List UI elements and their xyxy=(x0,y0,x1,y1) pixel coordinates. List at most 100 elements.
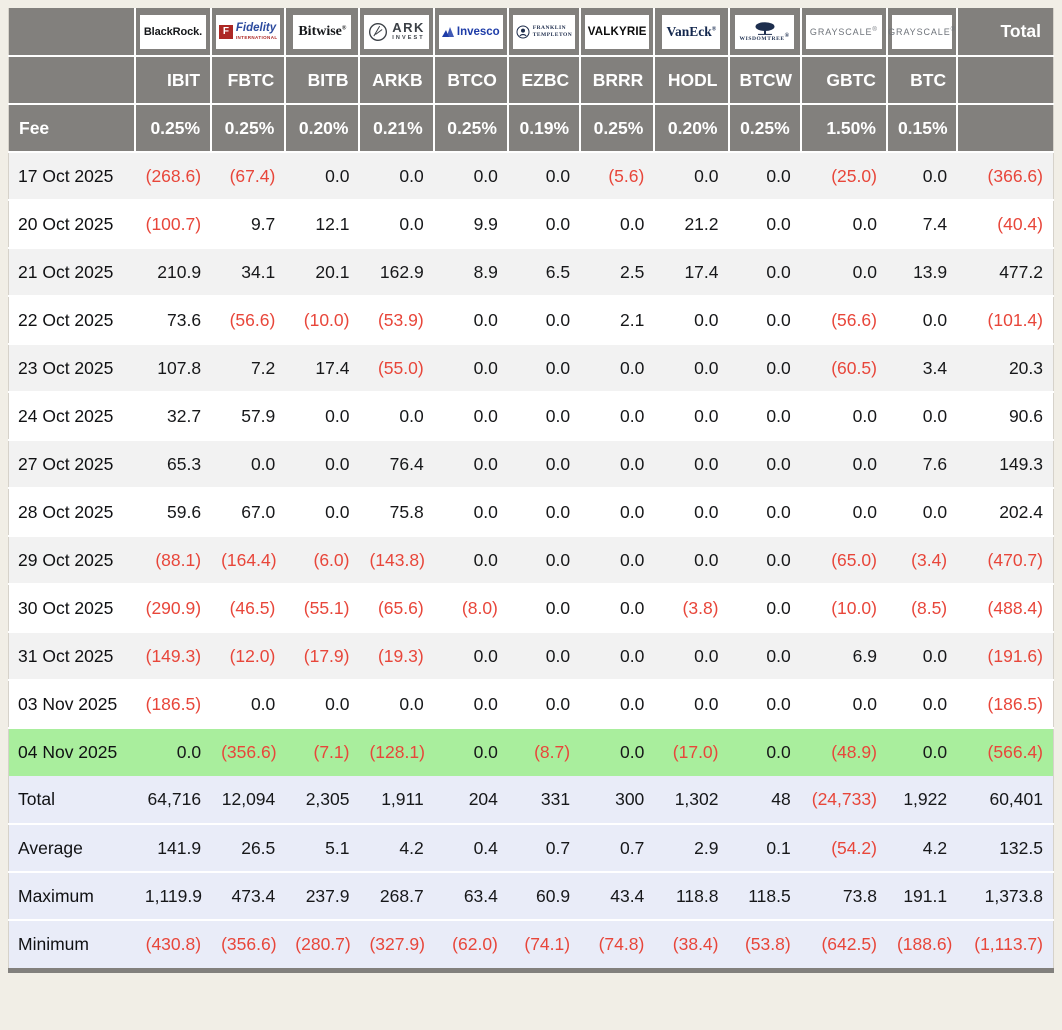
flow-cell-BTCO: (8.0) xyxy=(434,584,508,632)
flow-cell-FBTC: (12.0) xyxy=(211,632,285,680)
logo-box-BTCW: WISDOMTREE® xyxy=(735,15,793,49)
date-cell: 21 Oct 2025 xyxy=(9,248,135,296)
flow-cell-total: (470.7) xyxy=(957,536,1053,584)
logo-box-GBTC: GRAYSCALE® xyxy=(806,15,882,49)
summary-cell-EZBC: 331 xyxy=(508,776,580,824)
logo-box-FBTC: FFidelityINTERNATIONAL xyxy=(216,15,280,49)
summary-cell-BTCW: (53.8) xyxy=(729,920,801,968)
flow-cell-IBIT: (100.7) xyxy=(135,200,211,248)
date-cell: 23 Oct 2025 xyxy=(9,344,135,392)
ticker-cell-HODL: HODL xyxy=(654,56,728,104)
provider-cell-BITB: Bitwise® xyxy=(285,8,359,56)
flow-cell-BTCO: 8.9 xyxy=(434,248,508,296)
flow-cell-IBIT: (88.1) xyxy=(135,536,211,584)
flow-cell-EZBC: 0.0 xyxy=(508,440,580,488)
flow-cell-GBTC: 0.0 xyxy=(801,488,887,536)
flow-cell-IBIT: (290.9) xyxy=(135,584,211,632)
flow-cell-BTCW: 0.0 xyxy=(729,296,801,344)
flow-cell-BTCO: 0.0 xyxy=(434,440,508,488)
ticker-cell-FBTC: FBTC xyxy=(211,56,285,104)
flow-cell-GBTC: 0.0 xyxy=(801,440,887,488)
flow-cell-FBTC: 0.0 xyxy=(211,440,285,488)
flow-cell-ARKB: 0.0 xyxy=(359,152,433,200)
flow-cell-BTC: 0.0 xyxy=(887,296,957,344)
grayscale-logo: GRAYSCALE® xyxy=(888,27,956,37)
flow-cell-HODL: 0.0 xyxy=(654,344,728,392)
total-column-header: Total xyxy=(957,8,1053,56)
flow-cell-total: 149.3 xyxy=(957,440,1053,488)
flow-cell-total: (40.4) xyxy=(957,200,1053,248)
provider-cell-ARKB: ARKINVEST xyxy=(359,8,433,56)
flow-cell-EZBC: 0.0 xyxy=(508,296,580,344)
flow-cell-ARKB: (65.6) xyxy=(359,584,433,632)
flow-cell-GBTC: (10.0) xyxy=(801,584,887,632)
flow-cell-GBTC: 0.0 xyxy=(801,392,887,440)
flow-cell-FBTC: 9.7 xyxy=(211,200,285,248)
flow-cell-BRRR: 0.0 xyxy=(580,440,654,488)
logo-box-BTC: GRAYSCALE® xyxy=(892,15,952,49)
flow-cell-BTCW: 0.0 xyxy=(729,536,801,584)
wisdomtree-tree-icon xyxy=(753,22,777,35)
flow-cell-FBTC: (356.6) xyxy=(211,728,285,776)
summary-cell-GBTC: (24,733) xyxy=(801,776,887,824)
summary-cell-BTCW: 0.1 xyxy=(729,824,801,872)
wisdomtree-logo: WISDOMTREE® xyxy=(739,22,789,42)
flow-cell-total: (186.5) xyxy=(957,680,1053,728)
ark-circle-icon xyxy=(368,22,388,42)
summary-cell-total: (1,113.7) xyxy=(957,920,1053,968)
summary-cell-BTC: 1,922 xyxy=(887,776,957,824)
summary-cell-EZBC: (74.1) xyxy=(508,920,580,968)
summary-cell-BRRR: 0.7 xyxy=(580,824,654,872)
flow-cell-EZBC: 0.0 xyxy=(508,392,580,440)
summary-row-minimum: Minimum(430.8)(356.6)(280.7)(327.9)(62.0… xyxy=(9,920,1054,968)
ticker-cell-IBIT: IBIT xyxy=(135,56,211,104)
flow-cell-BTCO: 0.0 xyxy=(434,632,508,680)
summary-cell-FBTC: 26.5 xyxy=(211,824,285,872)
summary-cell-ARKB: (327.9) xyxy=(359,920,433,968)
franklin-templeton-logo: FRANKLINTEMPLETON xyxy=(516,25,573,39)
flow-cell-ARKB: 76.4 xyxy=(359,440,433,488)
flow-cell-BTCO: 0.0 xyxy=(434,296,508,344)
summary-cell-EZBC: 60.9 xyxy=(508,872,580,920)
flow-cell-BTCW: 0.0 xyxy=(729,632,801,680)
flow-cell-total: (191.6) xyxy=(957,632,1053,680)
date-cell: 30 Oct 2025 xyxy=(9,584,135,632)
blackrock-logo: BlackRock. xyxy=(144,26,202,38)
summary-cell-BRRR: 43.4 xyxy=(580,872,654,920)
provider-cell-BTC: GRAYSCALE® xyxy=(887,8,957,56)
summary-cell-total: 132.5 xyxy=(957,824,1053,872)
flow-cell-ARKB: 162.9 xyxy=(359,248,433,296)
flow-cell-BTC: (8.5) xyxy=(887,584,957,632)
summary-cell-BTCW: 118.5 xyxy=(729,872,801,920)
logo-box-ARKB: ARKINVEST xyxy=(364,15,428,49)
flow-cell-BTC: 0.0 xyxy=(887,680,957,728)
etf-flow-table: BlackRock. FFidelityINTERNATIONALBitwise®… xyxy=(8,8,1054,968)
summary-row-average: Average141.926.55.14.20.40.70.72.90.1(54… xyxy=(9,824,1054,872)
ticker-row: IBITFBTCBITBARKBBTCOEZBCBRRRHODLBTCWGBTC… xyxy=(9,56,1054,104)
flow-cell-FBTC: (46.5) xyxy=(211,584,285,632)
summary-cell-GBTC: (54.2) xyxy=(801,824,887,872)
flow-cell-HODL: 0.0 xyxy=(654,632,728,680)
flow-cell-BTCO: 0.0 xyxy=(434,728,508,776)
provider-cell-IBIT: BlackRock. xyxy=(135,8,211,56)
summary-cell-ARKB: 268.7 xyxy=(359,872,433,920)
date-cell: 31 Oct 2025 xyxy=(9,632,135,680)
vaneck-logo: VanEck® xyxy=(667,24,717,40)
flow-cell-GBTC: 0.0 xyxy=(801,200,887,248)
table-bottom-strip xyxy=(8,968,1054,973)
summary-cell-HODL: 1,302 xyxy=(654,776,728,824)
summary-cell-BTC: 4.2 xyxy=(887,824,957,872)
flow-cell-BTC: 0.0 xyxy=(887,392,957,440)
summary-cell-BRRR: (74.8) xyxy=(580,920,654,968)
summary-cell-FBTC: 12,094 xyxy=(211,776,285,824)
flow-cell-total: (488.4) xyxy=(957,584,1053,632)
flow-row-29-Oct-2025: 29 Oct 2025(88.1)(164.4)(6.0)(143.8)0.00… xyxy=(9,536,1054,584)
flow-cell-BTC: 0.0 xyxy=(887,488,957,536)
summary-cell-BTCO: 204 xyxy=(434,776,508,824)
flow-cell-BTCW: 0.0 xyxy=(729,584,801,632)
flow-cell-BTC: (3.4) xyxy=(887,536,957,584)
flow-cell-ARKB: 0.0 xyxy=(359,392,433,440)
fee-total-spacer xyxy=(957,104,1053,152)
flow-cell-IBIT: 107.8 xyxy=(135,344,211,392)
flow-cell-GBTC: (56.6) xyxy=(801,296,887,344)
